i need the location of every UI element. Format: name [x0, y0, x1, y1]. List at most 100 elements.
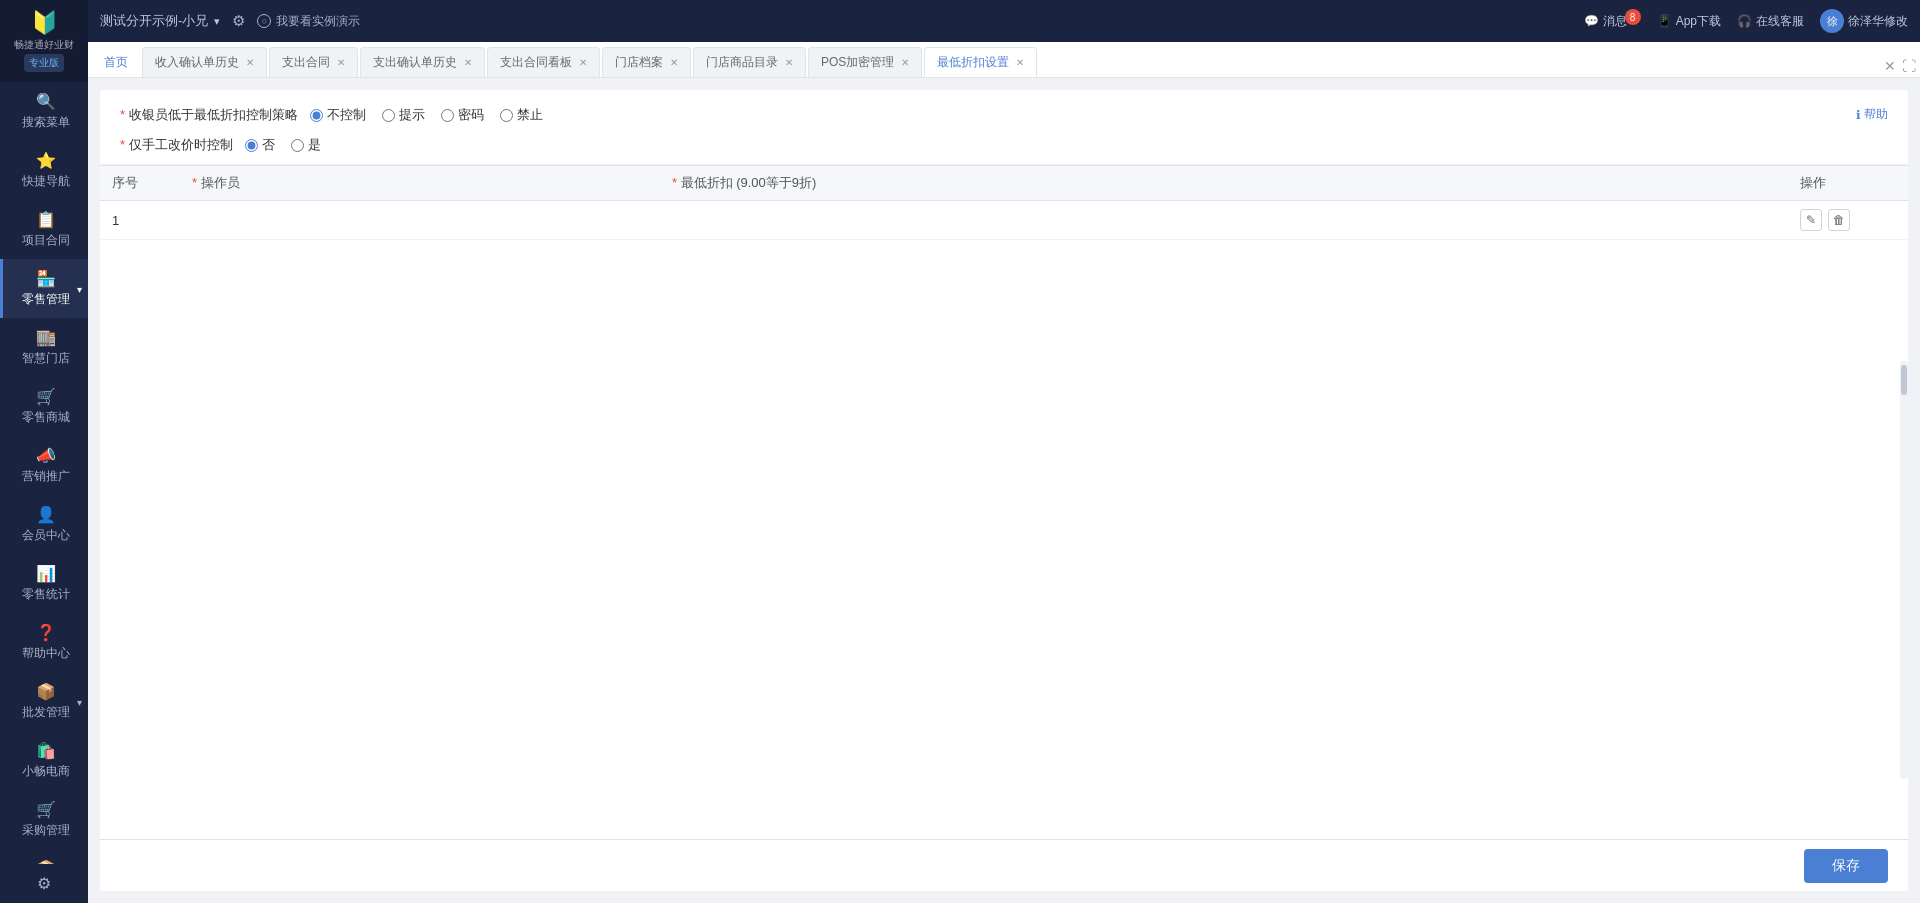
help-link[interactable]: ℹ 帮助	[1856, 106, 1888, 123]
tab-store-files[interactable]: 门店档案 ✕	[602, 47, 691, 77]
sidebar-icon-online-store: 🛒	[36, 387, 56, 406]
tab-label-home: 首页	[104, 54, 128, 71]
tab-label-income-confirm-history: 收入确认单历史	[155, 54, 239, 71]
sidebar-icon-purchase-manage: 🛒	[36, 800, 56, 819]
close-tabs-icon[interactable]: ✕	[1884, 58, 1896, 74]
sidebar-item-ecommerce[interactable]: 🛍️ 小畅电商	[0, 731, 88, 790]
message-badge: 8	[1625, 9, 1641, 25]
cell-min-discount-0	[660, 201, 1788, 240]
app-icon: 📱	[1657, 14, 1672, 28]
topbar-app-download[interactable]: 📱 App下载	[1657, 13, 1721, 30]
table-scrollbar-track[interactable]	[1900, 361, 1908, 779]
manual-price-row: 仅手工改价时控制 否是	[120, 136, 1888, 154]
tab-label-store-files: 门店档案	[615, 54, 663, 71]
tabbar-actions: ✕ ⛶	[1884, 58, 1916, 77]
manual-radio-yes[interactable]	[291, 139, 304, 152]
th-actions: 操作	[1788, 166, 1908, 201]
tab-payment-contract-panel[interactable]: 支出合同看板✕	[487, 47, 600, 77]
sidebar-label-purchase-manage: 采购管理	[22, 822, 70, 839]
topbar: 测试分开示例-小兄 ▾ ⚙ ○ 我要看实例演示 💬 消息 8 📱 App下载 🎧…	[88, 0, 1920, 42]
th-seq: 序号	[100, 166, 180, 201]
manual-option-no[interactable]: 否	[245, 136, 275, 154]
topbar-demo[interactable]: ○ 我要看实例演示	[257, 13, 360, 30]
sidebar-item-quick-nav[interactable]: ⭐ 快捷导航	[0, 141, 88, 200]
tab-close-payment-contract[interactable]: ✕	[337, 57, 345, 68]
manual-option-yes[interactable]: 是	[291, 136, 321, 154]
sidebar-item-retail-manage[interactable]: 🏪 零售管理 ▾	[0, 259, 88, 318]
tab-close-income-confirm-history[interactable]: ✕	[246, 57, 254, 68]
tab-min-discount-settings[interactable]: 最低折扣设置✕	[924, 47, 1037, 77]
tab-payment-contract[interactable]: 支出合同✕	[269, 47, 358, 77]
tab-close-payment-contract-panel[interactable]: ✕	[579, 57, 587, 68]
policy-radio-no_control[interactable]	[310, 109, 323, 122]
sidebar-item-search-menu[interactable]: 🔍 搜索菜单	[0, 82, 88, 141]
policy-option-label-no_control: 不控制	[327, 106, 366, 124]
tab-close-store-files[interactable]: ✕	[670, 57, 678, 68]
sidebar-icon-ecommerce: 🛍️	[36, 741, 56, 760]
project-chevron-icon: ▾	[214, 15, 220, 28]
sidebar-item-member-center[interactable]: 👤 会员中心	[0, 495, 88, 554]
policy-option-label-ban: 禁止	[517, 106, 543, 124]
policy-option-remind[interactable]: 提示	[382, 106, 425, 124]
tab-home[interactable]: 首页	[92, 47, 140, 77]
arrow-icon: ▾	[77, 696, 82, 707]
tab-close-payment-confirm-history[interactable]: ✕	[464, 57, 472, 68]
demo-text: 我要看实例演示	[276, 13, 360, 30]
topbar-user[interactable]: 徐 徐泽华修改	[1820, 9, 1908, 33]
policy-radio-group: 不控制提示密码 禁止	[310, 106, 543, 124]
sidebar-label-marketing: 营销推广	[22, 468, 70, 485]
sidebar-item-online-store[interactable]: 🛒 零售商城	[0, 377, 88, 436]
tab-close-store-goods-catalog[interactable]: ✕	[785, 57, 793, 68]
sidebar-item-smart-store[interactable]: 🏬 智慧门店	[0, 318, 88, 377]
sidebar-item-purchase-manage[interactable]: 🛒 采购管理	[0, 790, 88, 849]
topbar-project[interactable]: 测试分开示例-小兄 ▾	[100, 12, 220, 30]
table-scrollbar-thumb[interactable]	[1901, 365, 1907, 395]
sidebar-icon-marketing: 📣	[36, 446, 56, 465]
sidebar-item-wholesale-manage[interactable]: 📦 批发管理 ▾	[0, 672, 88, 731]
edit-btn-0[interactable]: ✎	[1800, 209, 1822, 231]
table-row: 1 ✎ 🗑	[100, 201, 1908, 240]
manual-radio-no[interactable]	[245, 139, 258, 152]
policy-row: 收银员低于最低折扣控制策略 不控制提示密码禁止	[120, 106, 1888, 124]
sidebar-icon-quick-nav: ⭐	[36, 151, 56, 170]
policy-option-no_control[interactable]: 不控制	[310, 106, 366, 124]
sidebar-item-help-center[interactable]: ❓ 帮助中心	[0, 613, 88, 672]
topbar-online-support[interactable]: 🎧 在线客服	[1737, 13, 1804, 30]
policy-radio-password[interactable]	[441, 109, 454, 122]
topbar-message[interactable]: 💬 消息 8	[1584, 13, 1641, 30]
policy-option-password[interactable]: 密码	[441, 106, 484, 124]
settings-icon[interactable]: ⚙	[37, 874, 51, 893]
delete-btn-0[interactable]: 🗑	[1828, 209, 1850, 231]
policy-option-ban[interactable]: 禁止	[500, 106, 543, 124]
sidebar-item-project-contract[interactable]: 📋 项目合同	[0, 200, 88, 259]
tab-income-confirm-history[interactable]: 收入确认单历史 ✕	[142, 47, 267, 77]
save-button[interactable]: 保存	[1804, 849, 1888, 883]
sidebar-item-retail-stats[interactable]: 📊 零售统计	[0, 554, 88, 613]
sidebar-icon-project-contract: 📋	[36, 210, 56, 229]
tab-pos-password-manage[interactable]: POS加密管理✕	[808, 47, 922, 77]
sidebar-icon-retail-stats: 📊	[36, 564, 56, 583]
manual-option-label-no: 否	[262, 136, 275, 154]
sidebar-icon-retail-manage: 🏪	[36, 269, 56, 288]
expand-tabs-icon[interactable]: ⛶	[1902, 58, 1916, 74]
message-icon: 💬	[1584, 14, 1599, 28]
policy-radio-remind[interactable]	[382, 109, 395, 122]
policy-radio-ban[interactable]	[500, 109, 513, 122]
sidebar-logo[interactable]: 🔰 畅捷通好业财 专业版	[0, 0, 88, 82]
user-name: 徐泽华修改	[1848, 13, 1908, 30]
sidebar-item-marketing[interactable]: 📣 营销推广	[0, 436, 88, 495]
table-section: 序号操作员最低折扣 (9.00等于9折)操作 1 ✎ 🗑	[100, 165, 1908, 839]
tab-store-goods-catalog[interactable]: 门店商品目录✕	[693, 47, 806, 77]
th-min_discount: 最低折扣 (9.00等于9折)	[660, 166, 1788, 201]
sidebar-label-ecommerce: 小畅电商	[22, 763, 70, 780]
tab-payment-confirm-history[interactable]: 支出确认单历史✕	[360, 47, 485, 77]
topbar-settings-icon[interactable]: ⚙	[232, 12, 245, 30]
table-body: 1 ✎ 🗑	[100, 201, 1908, 240]
sidebar-label-smart-store: 智慧门店	[22, 350, 70, 367]
tabbar: 首页收入确认单历史✕支出合同✕支出确认单历史✕支出合同看板✕门店档案✕门店商品目…	[88, 42, 1920, 78]
tab-close-min-discount-settings[interactable]: ✕	[1016, 57, 1024, 68]
sidebar-item-inventory[interactable]: 📦 库存核算	[0, 849, 88, 864]
tab-close-pos-password-manage[interactable]: ✕	[901, 57, 909, 68]
form-section: ℹ 帮助 收银员低于最低折扣控制策略 不控制提示密码禁止 仅手工改价时控制 否是	[100, 90, 1908, 165]
sidebar-bottom: ⚙	[0, 864, 88, 903]
